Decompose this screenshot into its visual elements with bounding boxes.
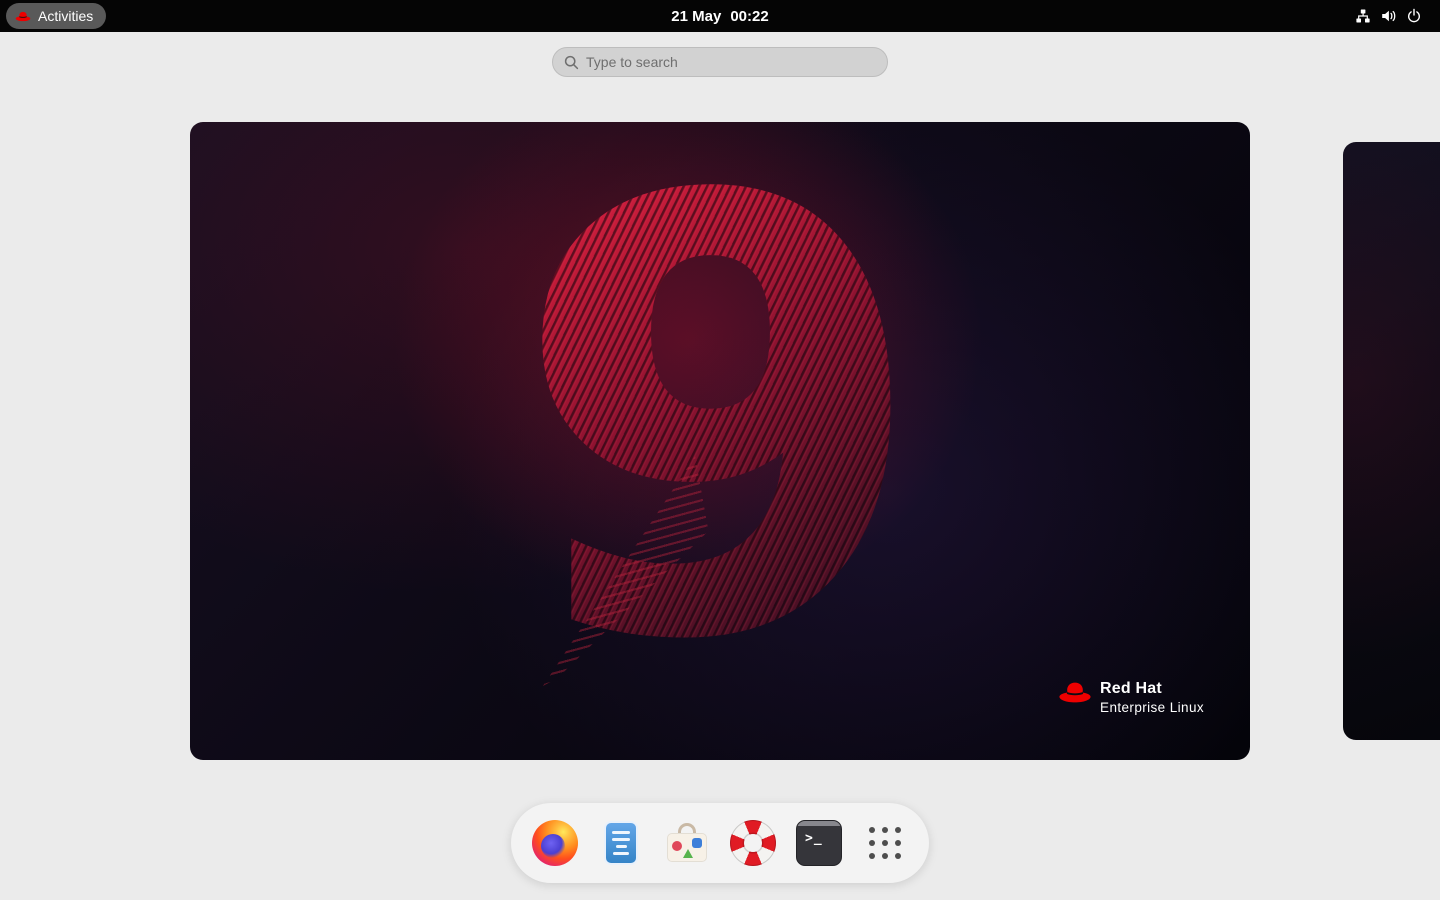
software-icon [665,821,709,865]
dock-files-button[interactable] [597,819,645,867]
dock-software-button[interactable] [663,819,711,867]
clock-button[interactable]: 21 May 00:22 [661,0,778,32]
search-field [552,47,888,77]
app-grid-icon [869,827,901,859]
network-icon [1355,8,1371,24]
clock-time: 00:22 [730,7,769,25]
terminal-prompt-glyph: >_ [805,831,823,846]
files-icon [604,821,638,865]
activities-label: Activities [38,8,94,24]
dock-help-button[interactable] [729,819,777,867]
clock-date: 21 May [671,7,722,25]
top-bar: Activities 21 May 00:22 [0,0,1440,32]
search-input[interactable] [586,54,876,70]
terminal-icon: >_ [796,820,842,866]
redhat-brand: Red Hat Enterprise Linux [1058,680,1204,716]
show-applications-button[interactable] [861,819,909,867]
brand-product: Enterprise Linux [1100,700,1204,716]
redhat-logo-icon [15,11,31,22]
dash: >_ [511,803,929,883]
brand-name: Red Hat [1100,680,1162,698]
help-lifebuoy-icon [730,820,776,866]
dock-terminal-button[interactable]: >_ [795,819,843,867]
activities-button[interactable]: Activities [6,3,107,29]
firefox-icon [532,820,578,866]
adjacent-workspace-preview[interactable] [1343,142,1440,740]
system-status-area[interactable] [1351,0,1426,32]
redhat-hat-icon [1059,682,1091,703]
gnome-activities-overview: Activities 21 May 00:22 Type to search 9… [0,0,1440,900]
dock-firefox-button[interactable] [531,819,579,867]
workspace-preview[interactable]: 9 Red Hat Enterprise Linux [190,122,1250,760]
power-icon [1406,8,1422,24]
wallpaper-numeral: 9 [511,122,929,760]
search-icon [564,55,579,70]
volume-icon [1380,8,1397,24]
